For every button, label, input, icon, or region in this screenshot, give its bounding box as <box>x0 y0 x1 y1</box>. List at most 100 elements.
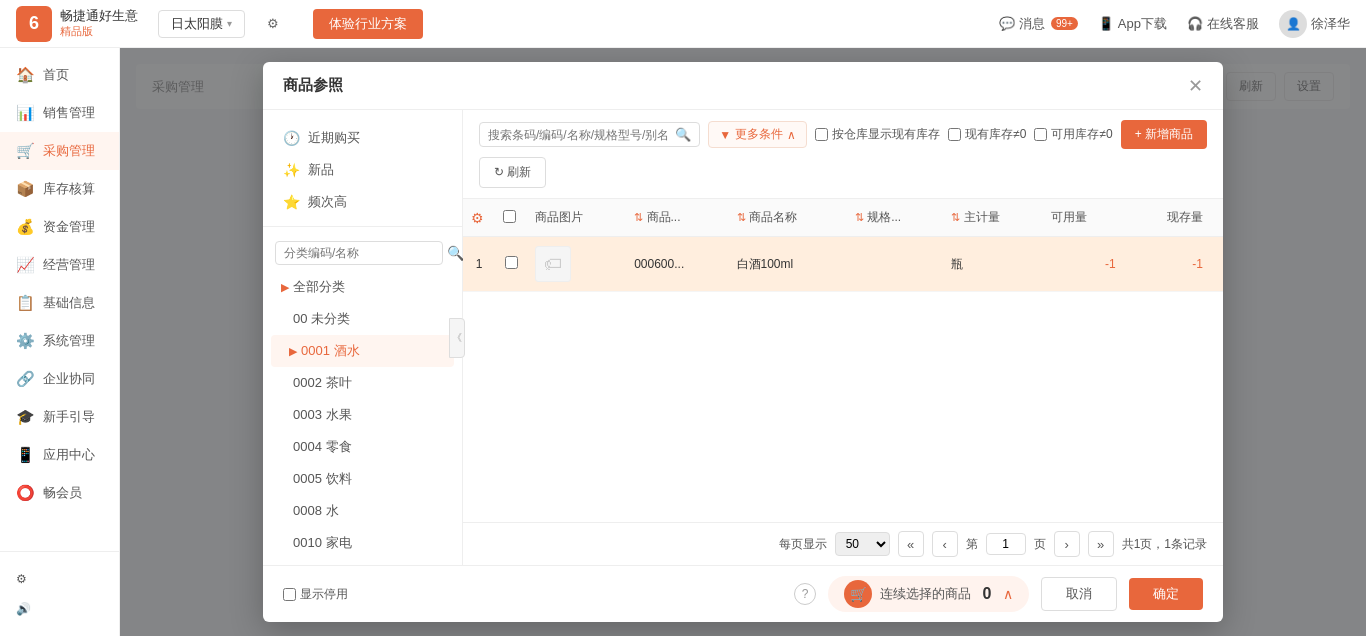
user-menu[interactable]: 👤 徐泽华 <box>1279 10 1350 38</box>
warehouse-checkbox-label[interactable]: 按仓库显示现有库存 <box>815 126 940 143</box>
show-disabled-label[interactable]: 显示停用 <box>283 586 348 603</box>
support-btn[interactable]: 🎧 在线客服 <box>1187 15 1259 33</box>
select-all-checkbox[interactable] <box>503 210 516 223</box>
sidebar-label-collab: 企业协同 <box>43 370 95 388</box>
modal-close-btn[interactable]: ✕ <box>1188 77 1203 95</box>
warehouse-checkbox[interactable] <box>815 128 828 141</box>
sidebar-item-inventory[interactable]: 📦 库存核算 <box>0 170 119 208</box>
more-filter-btn[interactable]: ▼ 更多条件 ∧ <box>708 121 807 148</box>
sidebar-item-finance[interactable]: 💰 资金管理 <box>0 208 119 246</box>
available-stock-checkbox-label[interactable]: 可用库存≠0 <box>1034 126 1112 143</box>
trial-btn[interactable]: 体验行业方案 <box>313 9 423 39</box>
cat-tea-label: 0002 茶叶 <box>293 374 352 392</box>
col-name[interactable]: ⇅ 商品名称 <box>729 199 847 237</box>
sort-icon-2: ⇅ <box>737 211 746 223</box>
next-page-btn[interactable]: › <box>1054 531 1080 557</box>
quick-frequent[interactable]: ⭐ 频次高 <box>275 186 450 218</box>
available-stock-label: 可用库存≠0 <box>1051 126 1112 143</box>
show-disabled-checkbox[interactable] <box>283 588 296 601</box>
sidebar-item-sales[interactable]: 📊 销售管理 <box>0 94 119 132</box>
logo-sub: 精品版 <box>60 24 138 39</box>
quick-new-products[interactable]: ✨ 新品 <box>275 154 450 186</box>
cat-all-label: 全部分类 <box>293 278 345 296</box>
first-page-btn[interactable]: « <box>898 531 924 557</box>
store-selector[interactable]: 日太阳膜 ▾ <box>158 10 245 38</box>
guide-icon: 🎓 <box>16 408 35 426</box>
app-download-btn[interactable]: 📱 App下载 <box>1098 15 1167 33</box>
cat-alcohol-label: 0001 酒水 <box>301 342 360 360</box>
cat-alcohol[interactable]: ▶ 0001 酒水 <box>271 335 454 367</box>
sidebar-settings-btn[interactable]: ⚙ <box>0 564 119 594</box>
page-size-select[interactable]: 50 10 20 100 <box>835 532 890 556</box>
cat-appliance[interactable]: 0010 家电 <box>271 527 454 553</box>
confirm-btn[interactable]: 确定 <box>1129 578 1203 610</box>
col-spec[interactable]: ⇅ 规格... <box>847 199 944 237</box>
sidebar-label-sales: 销售管理 <box>43 104 95 122</box>
available-stock-checkbox[interactable] <box>1034 128 1047 141</box>
arrow-icon-2: ▶ <box>289 345 297 358</box>
col-image: 商品图片 <box>527 199 626 237</box>
sort-icon-3: ⇅ <box>855 211 864 223</box>
sidebar-label-system: 系统管理 <box>43 332 95 350</box>
current-stock-checkbox[interactable] <box>948 128 961 141</box>
home-icon: 🏠 <box>16 66 35 84</box>
category-search-icon[interactable]: 🔍 <box>447 245 464 261</box>
table-row[interactable]: 1 🏷 000600... <box>463 237 1223 292</box>
current-stock-checkbox-label[interactable]: 现有库存≠0 <box>948 126 1026 143</box>
pagination-bar: 每页显示 50 10 20 100 « ‹ 第 页 <box>463 522 1223 565</box>
cat-all[interactable]: ▶ 全部分类 <box>271 271 454 303</box>
col-checkbox <box>495 199 527 237</box>
filter-icon: ▼ <box>719 128 731 142</box>
quick-recent-label: 近期购买 <box>308 129 360 147</box>
sidebar-sound-btn[interactable]: 🔊 <box>0 594 119 624</box>
add-product-btn[interactable]: + 新增商品 <box>1121 120 1207 149</box>
quick-recent-purchase[interactable]: 🕐 近期购买 <box>275 122 450 154</box>
arrow-icon: ▶ <box>281 281 289 294</box>
store-name: 日太阳膜 <box>171 15 223 33</box>
row-index: 1 <box>463 237 495 292</box>
sidebar-item-guide[interactable]: 🎓 新手引导 <box>0 398 119 436</box>
cat-snack[interactable]: 0004 零食 <box>271 431 454 463</box>
right-toolbar: 🔍 ▼ 更多条件 ∧ 按仓库显示现有库存 <box>463 110 1223 199</box>
row-checkbox[interactable] <box>505 256 518 269</box>
col-code[interactable]: ⇅ 商品... <box>626 199 728 237</box>
sidebar-label-member: 畅会员 <box>43 484 82 502</box>
category-search-input[interactable] <box>275 241 443 265</box>
cat-fruit[interactable]: 0003 水果 <box>271 399 454 431</box>
cancel-btn[interactable]: 取消 <box>1041 577 1117 611</box>
cat-drink[interactable]: 0005 饮料 <box>271 463 454 495</box>
cat-water[interactable]: 0008 水 <box>271 495 454 527</box>
sidebar-item-apps[interactable]: 📱 应用中心 <box>0 436 119 474</box>
messages-btn[interactable]: 💬 消息 99+ <box>999 15 1078 33</box>
member-icon: ⭕ <box>16 484 35 502</box>
help-icon[interactable]: ? <box>794 583 816 605</box>
sidebar-item-collab[interactable]: 🔗 企业协同 <box>0 360 119 398</box>
sidebar-item-purchase[interactable]: 🛒 采购管理 <box>0 132 119 170</box>
apps-icon: 📱 <box>16 446 35 464</box>
settings-icon-btn[interactable]: ⚙ <box>257 8 289 40</box>
sidebar-item-basic[interactable]: 📋 基础信息 <box>0 284 119 322</box>
sidebar-item-system[interactable]: ⚙️ 系统管理 <box>0 322 119 360</box>
message-icon: 💬 <box>999 16 1015 31</box>
collab-icon: 🔗 <box>16 370 35 388</box>
cat-unclassified[interactable]: 00 未分类 <box>271 303 454 335</box>
business-icon: 📈 <box>16 256 35 274</box>
username: 徐泽华 <box>1311 15 1350 33</box>
cat-tea[interactable]: 0002 茶叶 <box>271 367 454 399</box>
category-tree: ▶ 全部分类 00 未分类 ▶ 0001 酒水 0002 茶 <box>263 271 462 553</box>
sidebar-item-member[interactable]: ⭕ 畅会员 <box>0 474 119 512</box>
current-stock-label: 现有库存≠0 <box>965 126 1026 143</box>
star-icon: ⭐ <box>283 194 300 210</box>
sidebar-item-home[interactable]: 🏠 首页 <box>0 56 119 94</box>
page-input[interactable] <box>986 533 1026 555</box>
refresh-product-btn[interactable]: ↻ 刷新 <box>479 157 546 188</box>
product-search-input[interactable] <box>488 128 671 142</box>
table-settings-icon[interactable]: ⚙ <box>471 210 484 226</box>
last-page-btn[interactable]: » <box>1088 531 1114 557</box>
col-unit[interactable]: ⇅ 主计量 <box>943 199 1043 237</box>
cart-icon: 🛒 <box>844 580 872 608</box>
sidebar-item-business[interactable]: 📈 经营管理 <box>0 246 119 284</box>
prev-page-btn[interactable]: ‹ <box>932 531 958 557</box>
cart-select-area[interactable]: 🛒 连续选择的商品 0 ∧ <box>828 576 1029 612</box>
left-panel: 🕐 近期购买 ✨ 新品 ⭐ 频次高 <box>263 110 463 565</box>
